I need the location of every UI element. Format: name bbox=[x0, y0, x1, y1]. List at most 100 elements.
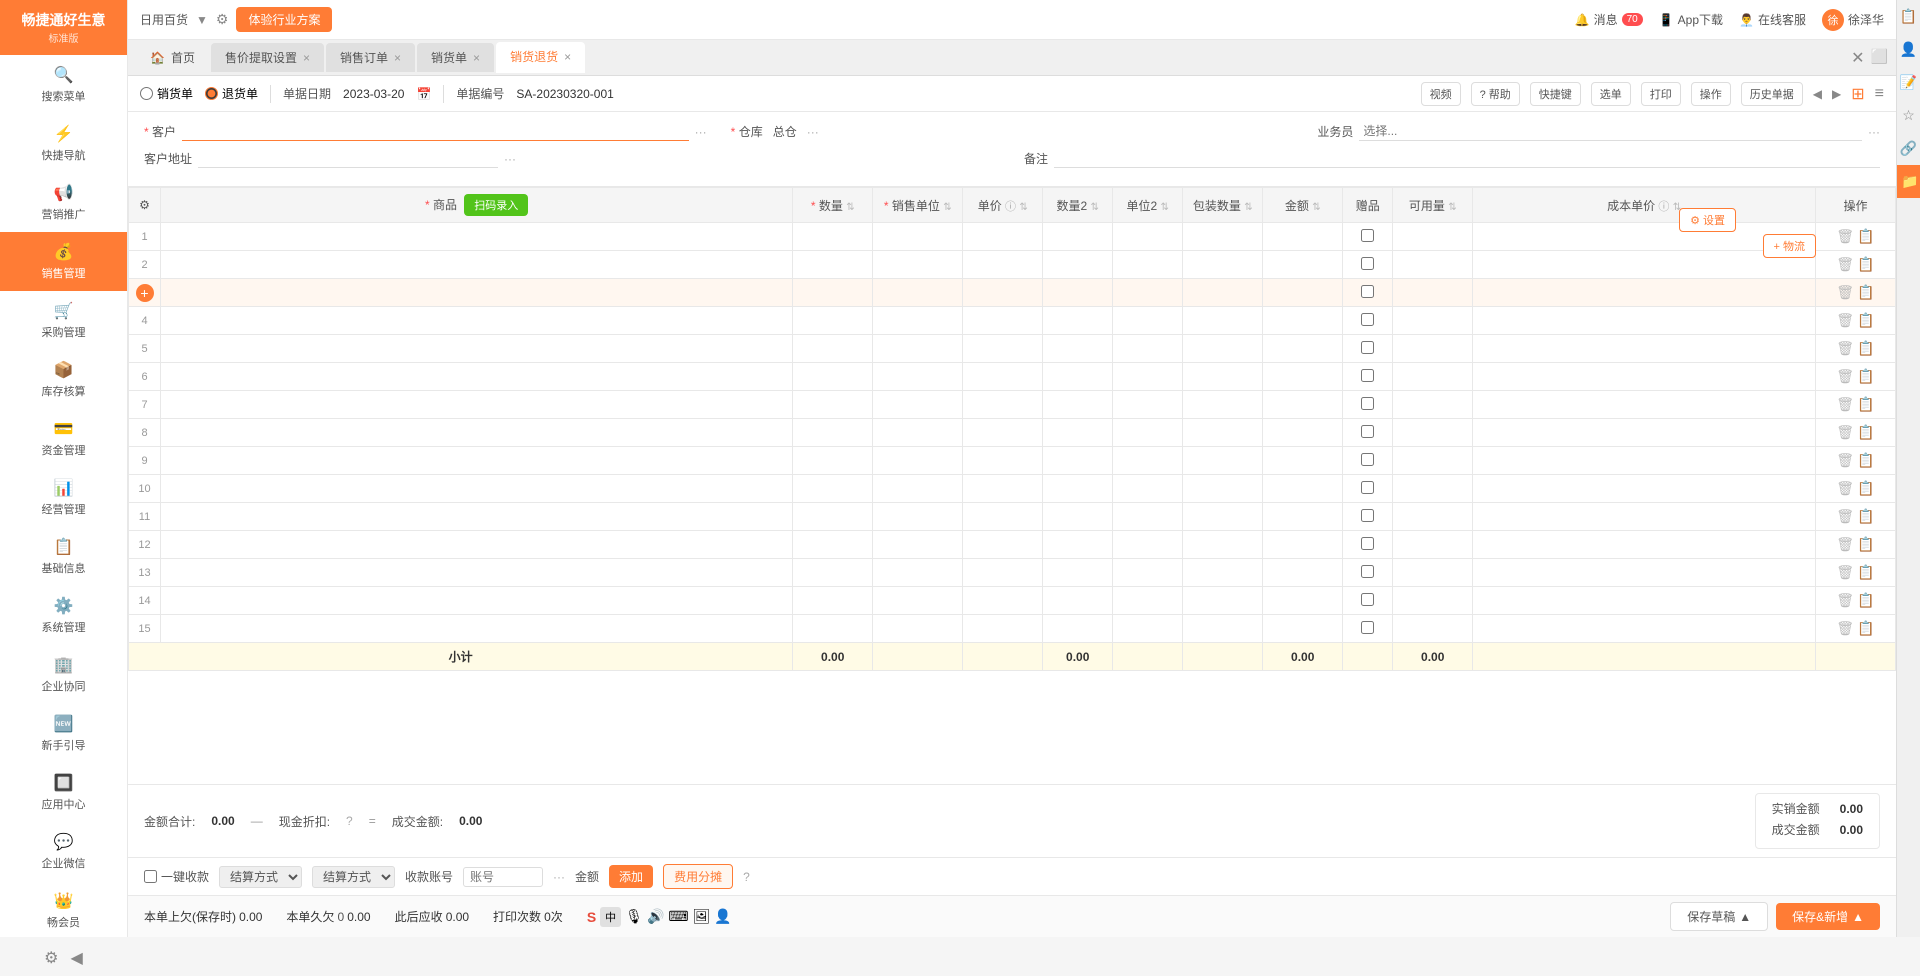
sidebar-item-shortcut[interactable]: ⚡ 快捷导航 bbox=[0, 114, 127, 173]
grid-icon[interactable]: ⊞ bbox=[1851, 84, 1864, 104]
product-input-3[interactable] bbox=[167, 286, 786, 300]
address-select-btn[interactable]: ··· bbox=[504, 152, 516, 166]
shortcut-btn[interactable]: 快捷键 bbox=[1530, 82, 1581, 106]
gift-check-10[interactable] bbox=[1361, 481, 1374, 494]
gift-check-7[interactable] bbox=[1361, 397, 1374, 410]
right-icon-6[interactable]: 📁 bbox=[1897, 165, 1920, 198]
collapse-icon[interactable]: ◀ bbox=[71, 948, 83, 968]
tab-close-price[interactable]: × bbox=[303, 51, 310, 65]
tab-return[interactable]: 销货退货 × bbox=[496, 42, 585, 73]
task5-icon[interactable]: 👤 bbox=[714, 908, 731, 925]
delete-row-4[interactable]: 🗑 bbox=[1836, 312, 1854, 328]
delete-row-9[interactable]: 🗑 bbox=[1836, 452, 1854, 468]
topbar-settings-icon[interactable]: ⚙ bbox=[216, 11, 229, 28]
calc-method-select[interactable]: 结算方式 bbox=[312, 866, 395, 888]
delete-row-13[interactable]: 🗑 bbox=[1836, 564, 1854, 580]
salesperson-select-btn[interactable]: ··· bbox=[1868, 125, 1880, 139]
gift-check-2[interactable] bbox=[1361, 257, 1374, 270]
copy-row-14[interactable]: 📋 bbox=[1857, 592, 1874, 608]
date-value[interactable]: 2023-03-20 bbox=[343, 87, 404, 101]
discount-help[interactable]: ? bbox=[346, 814, 353, 828]
logistics-btn[interactable]: + 物流 bbox=[1763, 234, 1816, 258]
list-icon[interactable]: ≡ bbox=[1875, 85, 1884, 103]
right-icon-3[interactable]: 📝 bbox=[1896, 66, 1920, 99]
delete-row-11[interactable]: 🗑 bbox=[1836, 508, 1854, 524]
copy-row-3[interactable]: 📋 bbox=[1857, 284, 1874, 300]
sidebar-item-member[interactable]: 👑 畅会员 bbox=[0, 881, 127, 940]
account-input[interactable] bbox=[463, 867, 543, 887]
save-draft-btn[interactable]: 保存草稿 ▲ bbox=[1670, 902, 1768, 931]
tab-close-sales[interactable]: × bbox=[473, 51, 480, 65]
gift-check-15[interactable] bbox=[1361, 621, 1374, 634]
right-icon-5[interactable]: 🔗 bbox=[1896, 132, 1920, 165]
gift-check-5[interactable] bbox=[1361, 341, 1374, 354]
help-btn[interactable]: ? 帮助 bbox=[1471, 82, 1520, 106]
sidebar-item-operations[interactable]: 📊 经营管理 bbox=[0, 468, 127, 527]
daily-category[interactable]: 日用百货 bbox=[140, 11, 188, 28]
tab-close-return[interactable]: × bbox=[564, 50, 571, 64]
settings-icon[interactable]: ⚙ bbox=[44, 948, 58, 968]
next-icon[interactable]: ▶ bbox=[1832, 87, 1841, 101]
customer-select-btn[interactable]: ··· bbox=[695, 125, 707, 139]
right-icon-2[interactable]: 👤 bbox=[1896, 33, 1920, 66]
operate-btn[interactable]: 操作 bbox=[1691, 82, 1731, 106]
salesperson-input[interactable] bbox=[1359, 122, 1862, 141]
th-settings[interactable]: ⚙ bbox=[129, 188, 161, 223]
save-new-btn[interactable]: 保存&新增 ▲ bbox=[1776, 903, 1880, 930]
delete-row-2[interactable]: 🗑 bbox=[1836, 256, 1854, 272]
one-click-check[interactable] bbox=[144, 870, 157, 883]
sidebar-item-guide[interactable]: 🆕 新手引导 bbox=[0, 704, 127, 763]
num-value[interactable]: SA-20230320-001 bbox=[516, 87, 613, 101]
sidebar-item-finance[interactable]: 💳 资金管理 bbox=[0, 409, 127, 468]
address-input[interactable] bbox=[198, 149, 498, 168]
tab-sales[interactable]: 销货单 × bbox=[417, 43, 494, 72]
sidebar-item-sales[interactable]: 💰 销售管理 bbox=[0, 232, 127, 291]
delete-row-12[interactable]: 🗑 bbox=[1836, 536, 1854, 552]
copy-row-11[interactable]: 📋 bbox=[1857, 508, 1874, 524]
delete-row-1[interactable]: 🗑 bbox=[1836, 228, 1854, 244]
delete-row-15[interactable]: 🗑 bbox=[1836, 620, 1854, 636]
messages-btn[interactable]: 🔔 消息 70 bbox=[1575, 11, 1643, 28]
gift-check-14[interactable] bbox=[1361, 593, 1374, 606]
sidebar-item-search[interactable]: 🔍 搜索菜单 bbox=[0, 55, 127, 114]
copy-row-7[interactable]: 📋 bbox=[1857, 396, 1874, 412]
copy-row-10[interactable]: 📋 bbox=[1857, 480, 1874, 496]
delete-row-6[interactable]: 🗑 bbox=[1836, 368, 1854, 384]
prev-icon[interactable]: ◀ bbox=[1813, 87, 1822, 101]
sidebar-item-inventory[interactable]: 📦 库存核算 bbox=[0, 350, 127, 409]
window-close-btn[interactable]: ✕ bbox=[1851, 48, 1864, 68]
task1-icon[interactable]: 🎙 bbox=[625, 908, 643, 925]
task3-icon[interactable]: ⌨ bbox=[668, 908, 688, 925]
delete-row-3[interactable]: 🗑 bbox=[1836, 284, 1854, 300]
copy-row-6[interactable]: 📋 bbox=[1857, 368, 1874, 384]
gift-check-11[interactable] bbox=[1361, 509, 1374, 522]
video-btn[interactable]: 视频 bbox=[1421, 82, 1461, 106]
pinyin-icon[interactable]: 中 bbox=[600, 907, 621, 927]
gift-check-3[interactable] bbox=[1361, 285, 1374, 298]
sidebar-item-weixin[interactable]: 💬 企业微信 bbox=[0, 822, 127, 881]
account-select-btn[interactable]: ··· bbox=[553, 870, 565, 884]
sort-qty-icon[interactable]: ⇅ bbox=[846, 202, 854, 213]
delete-row-10[interactable]: 🗑 bbox=[1836, 480, 1854, 496]
gift-check-4[interactable] bbox=[1361, 313, 1374, 326]
add-row-btn[interactable]: + bbox=[136, 284, 154, 302]
sidebar-item-purchase[interactable]: 🛒 采购管理 bbox=[0, 291, 127, 350]
right-icon-1[interactable]: 📋 bbox=[1896, 0, 1920, 33]
copy-row-5[interactable]: 📋 bbox=[1857, 340, 1874, 356]
tab-sales-order[interactable]: 销售订单 × bbox=[326, 43, 415, 72]
copy-row-9[interactable]: 📋 bbox=[1857, 452, 1874, 468]
online-service-btn[interactable]: 👨‍💼 在线客服 bbox=[1739, 11, 1806, 28]
gift-check-13[interactable] bbox=[1361, 565, 1374, 578]
app-download-btn[interactable]: 📱 App下载 bbox=[1659, 11, 1723, 28]
trial-btn[interactable]: 体验行业方案 bbox=[236, 7, 332, 32]
remark-input[interactable] bbox=[1054, 149, 1880, 168]
gift-check-1[interactable] bbox=[1361, 229, 1374, 242]
fee-split-btn[interactable]: 费用分摊 bbox=[663, 864, 733, 889]
copy-row-12[interactable]: 📋 bbox=[1857, 536, 1874, 552]
chevron-down-icon[interactable]: ▼ bbox=[196, 13, 208, 27]
fee-help-icon[interactable]: ? bbox=[743, 870, 750, 884]
one-click-label[interactable]: 一键收款 bbox=[144, 868, 209, 885]
customer-input[interactable] bbox=[182, 122, 689, 141]
warehouse-select-btn[interactable]: ··· bbox=[807, 125, 819, 139]
copy-row-15[interactable]: 📋 bbox=[1857, 620, 1874, 636]
